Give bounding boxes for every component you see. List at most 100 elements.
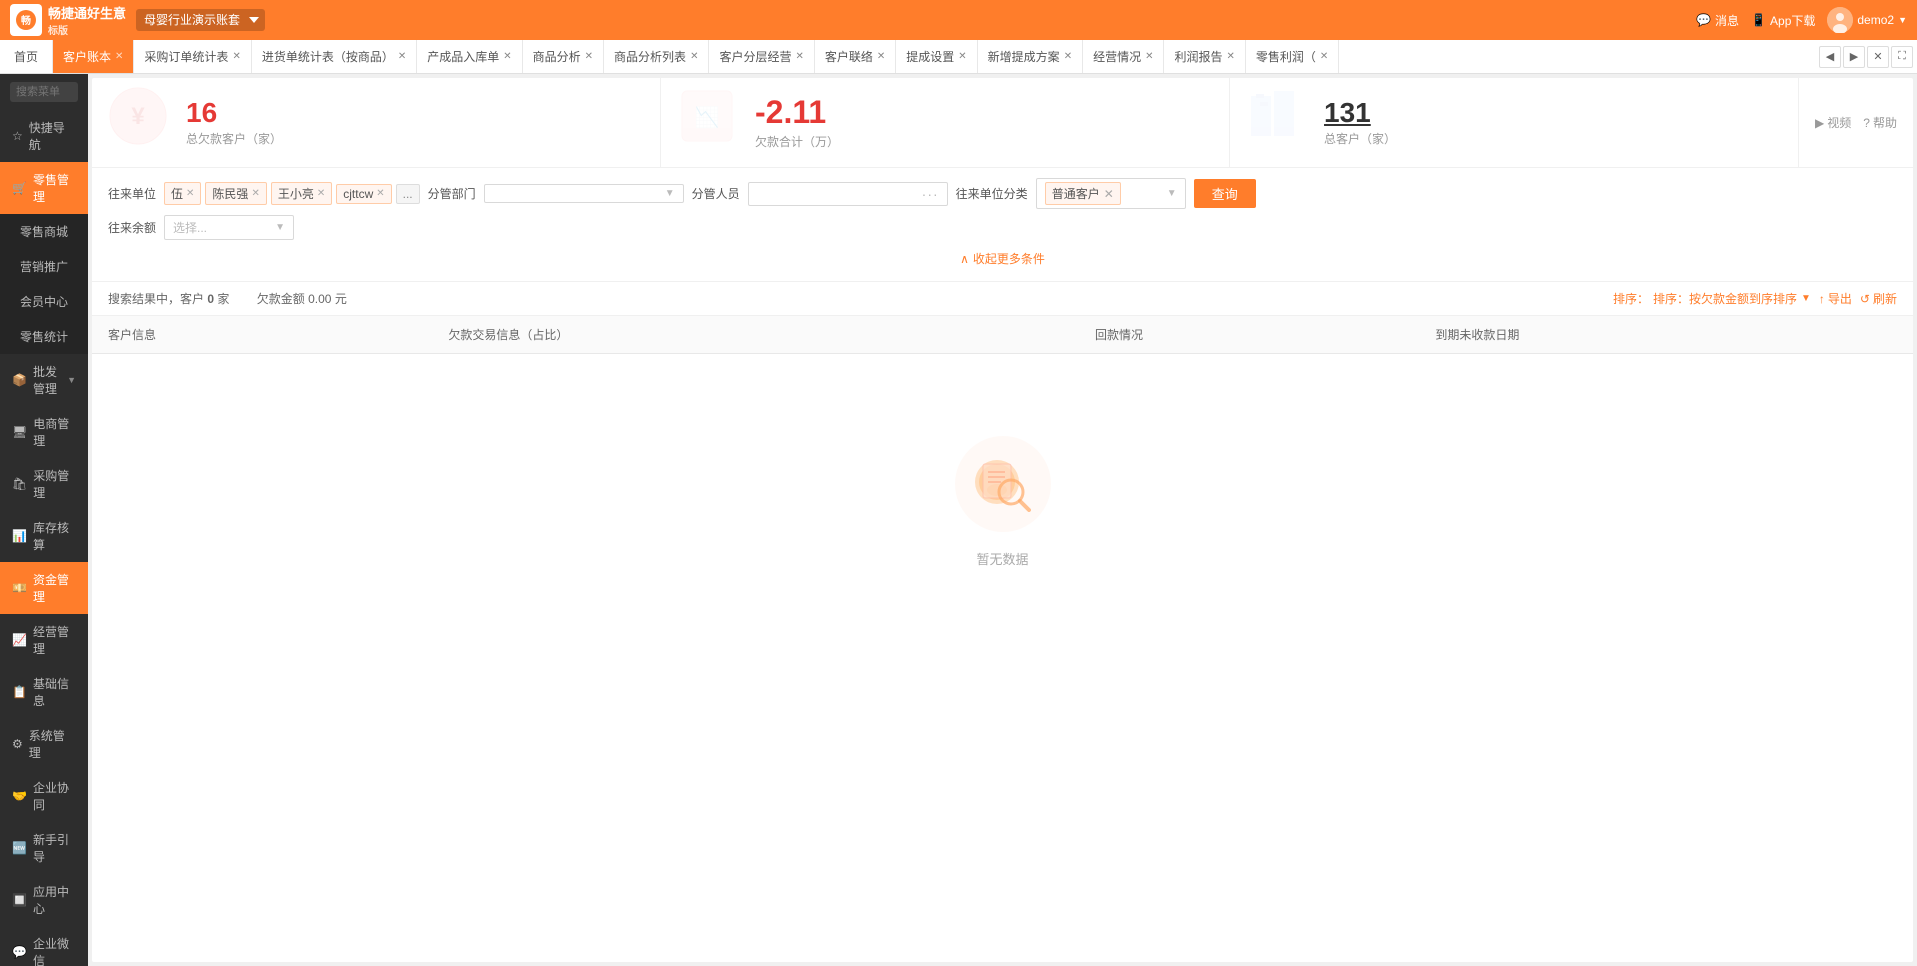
message-btn[interactable]: 💬 消息 xyxy=(1696,12,1739,29)
query-button[interactable]: 查询 xyxy=(1194,179,1256,208)
tab-product-analysis[interactable]: 商品分析 ✕ xyxy=(523,40,604,73)
tab-business-status[interactable]: 经营情况 ✕ xyxy=(1083,40,1164,73)
app-download-btn[interactable]: 📱 App下载 xyxy=(1751,12,1815,29)
empty-icon xyxy=(953,434,1053,537)
person-label: 分管人员 xyxy=(692,185,740,202)
sidebar-search-input[interactable] xyxy=(10,82,78,102)
tab-customer-book[interactable]: 客户账本 ✕ xyxy=(53,40,134,73)
remove-tag-cj[interactable]: ✕ xyxy=(376,188,384,199)
sidebar-item-system[interactable]: ⚙ 系统管理 xyxy=(0,718,88,770)
help-links: ▶ 视频 ? 帮助 xyxy=(1799,78,1913,167)
close-tab-analysis-list[interactable]: ✕ xyxy=(690,51,698,62)
sidebar-item-enterprise[interactable]: 🤝 企业协同 xyxy=(0,770,88,822)
tab-purchase-order-stats[interactable]: 采购订单统计表 ✕ xyxy=(134,40,251,73)
nav-prev-btn[interactable]: ◀ xyxy=(1819,46,1841,68)
nav-close-all-btn[interactable]: ✕ xyxy=(1867,46,1889,68)
empty-text: 暂无数据 xyxy=(976,549,1028,568)
balance-dropdown[interactable]: 选择... ▼ xyxy=(164,215,294,240)
table-header: 客户信息 欠款交易信息（占比） 回款情况 到期未收款日期 xyxy=(92,316,1913,354)
toolbar-right: 排序： 排序：按欠款金额到序排序 ▼ ↑ 导出 ↺ 刷新 xyxy=(1613,290,1897,307)
wechat-icon: 💬 xyxy=(12,945,27,959)
tab-stock-in-stats[interactable]: 进货单统计表（按商品） ✕ xyxy=(252,40,417,73)
sidebar-item-purchase[interactable]: 🛍 采购管理 xyxy=(0,458,88,510)
tab-customer-tier[interactable]: 客户分层经营 ✕ xyxy=(709,40,814,73)
sidebar-item-retail-stats[interactable]: 零售统计 xyxy=(0,319,88,354)
unit-category-dropdown[interactable]: 普通客户 ✕ ▼ xyxy=(1036,178,1186,209)
remove-tag-wu[interactable]: ✕ xyxy=(186,188,194,199)
sidebar-item-quick-nav[interactable]: ☆ 快捷导航 xyxy=(0,110,88,162)
sidebar-item-basic-info[interactable]: 📋 基础信息 xyxy=(0,666,88,718)
tab-customer-contact[interactable]: 客户联络 ✕ xyxy=(815,40,896,73)
user-avatar-area[interactable]: demo2 ▼ xyxy=(1827,7,1907,33)
sort-icon: 排序： xyxy=(1613,290,1649,307)
stats-bar: ¥ 16 总欠款客户（家） 📉 xyxy=(92,78,1913,168)
nav-fullscreen-btn[interactable]: ⛶ xyxy=(1891,46,1913,68)
close-tab-profit[interactable]: ✕ xyxy=(1227,51,1235,62)
remove-tag-wang[interactable]: ✕ xyxy=(317,188,325,199)
close-tab-promotion[interactable]: ✕ xyxy=(958,51,966,62)
app-root: 畅 畅捷通好生意 标版 母婴行业演示账套 💬 消息 📱 App下载 xyxy=(0,0,1917,966)
unit-tag-cj: cjttcw ✕ xyxy=(336,184,391,204)
collapse-button[interactable]: ∧ 收起更多条件 xyxy=(960,246,1045,271)
close-tab-product[interactable]: ✕ xyxy=(503,51,511,62)
tab-retail-profit[interactable]: 零售利润（ ✕ xyxy=(1246,40,1339,73)
data-table: 客户信息 欠款交易信息（占比） 回款情况 到期未收款日期 xyxy=(92,316,1913,648)
sidebar-item-marketing[interactable]: 营销推广 xyxy=(0,249,88,284)
close-tab-customer-book[interactable]: ✕ xyxy=(115,51,123,62)
sidebar-item-wholesale[interactable]: 📦 批发管理 ▼ xyxy=(0,354,88,406)
sidebar-item-enterprise-wechat[interactable]: 💬 企业微信 xyxy=(0,926,88,966)
sidebar-item-new-guide[interactable]: 🆕 新手引导 xyxy=(0,822,88,874)
refresh-icon: ↺ xyxy=(1860,292,1870,306)
unit-label: 往来单位 xyxy=(108,185,156,202)
sidebar-item-app-center[interactable]: 🔲 应用中心 xyxy=(0,874,88,926)
operations-icon: 📈 xyxy=(12,633,27,647)
sidebar-item-retail[interactable]: 🛒 零售管理 xyxy=(0,162,88,214)
sidebar-item-retail-mall[interactable]: 零售商城 xyxy=(0,214,88,249)
tab-promotion-settings[interactable]: 提成设置 ✕ xyxy=(896,40,977,73)
remove-tag-chen[interactable]: ✕ xyxy=(251,188,259,199)
person-dropdown[interactable]: ··· xyxy=(748,182,948,206)
export-button[interactable]: ↑ 导出 xyxy=(1819,290,1852,307)
stat-2-label: 欠款合计（万） xyxy=(755,133,839,150)
svg-text:¥: ¥ xyxy=(131,103,145,130)
sidebar-item-member[interactable]: 会员中心 xyxy=(0,284,88,319)
sidebar-item-inventory[interactable]: 📊 库存核算 xyxy=(0,510,88,562)
unit-category-label: 往来单位分类 xyxy=(956,185,1028,202)
tab-product-analysis-list[interactable]: 商品分析列表 ✕ xyxy=(604,40,709,73)
sidebar-item-ecommerce[interactable]: 🖥 电商管理 xyxy=(0,406,88,458)
finance-icon: 💴 xyxy=(12,581,27,595)
nav-tabs-actions: ◀ ▶ ✕ ⛶ xyxy=(1815,46,1917,68)
close-tab-analysis[interactable]: ✕ xyxy=(585,51,593,62)
unit-tag-more[interactable]: ... xyxy=(396,184,420,204)
close-tab-tier[interactable]: ✕ xyxy=(795,51,803,62)
help-link[interactable]: ? 帮助 xyxy=(1863,114,1897,131)
logo-text: 畅捷通好生意 标版 xyxy=(48,3,126,37)
tab-profit-report[interactable]: 利润报告 ✕ xyxy=(1164,40,1245,73)
tab-product-stock-in[interactable]: 产成品入库单 ✕ xyxy=(417,40,522,73)
close-tab-contact[interactable]: ✕ xyxy=(877,51,885,62)
sidebar-item-finance[interactable]: 💴 资金管理 xyxy=(0,562,88,614)
top-bar-right: 💬 消息 📱 App下载 demo2 ▼ xyxy=(1696,7,1907,33)
refresh-button[interactable]: ↺ 刷新 xyxy=(1860,290,1897,307)
app-icon: 📱 xyxy=(1751,13,1766,27)
close-tab-purchase[interactable]: ✕ xyxy=(232,51,240,62)
close-tab-stock[interactable]: ✕ xyxy=(398,51,406,62)
dept-dropdown[interactable]: ▼ xyxy=(484,184,684,203)
account-selector[interactable]: 母婴行业演示账套 xyxy=(136,9,265,31)
basic-info-icon: 📋 xyxy=(12,685,27,699)
stat-1-label: 总欠款客户（家） xyxy=(186,130,282,147)
sidebar-item-operations[interactable]: 📈 经营管理 xyxy=(0,614,88,666)
nav-next-btn[interactable]: ▶ xyxy=(1843,46,1865,68)
video-link[interactable]: ▶ 视频 xyxy=(1815,114,1851,131)
close-tab-add-promotion[interactable]: ✕ xyxy=(1064,51,1072,62)
tab-home[interactable]: 首页 xyxy=(0,40,53,73)
remove-cat-normal[interactable]: ✕ xyxy=(1104,187,1114,201)
unit-tag-wu: 伍 ✕ xyxy=(164,182,201,205)
tab-add-promotion[interactable]: 新增提成方案 ✕ xyxy=(978,40,1083,73)
sort-dropdown[interactable]: 排序： 排序：按欠款金额到序排序 ▼ xyxy=(1613,290,1811,307)
expand-icon: ▼ xyxy=(67,375,76,385)
stat-3-value: 131 xyxy=(1324,98,1396,129)
close-tab-retail-profit[interactable]: ✕ xyxy=(1320,51,1328,62)
filter-row-1: 往来单位 伍 ✕ 陈民强 ✕ 王小亮 xyxy=(108,178,1897,209)
close-tab-business[interactable]: ✕ xyxy=(1145,51,1153,62)
